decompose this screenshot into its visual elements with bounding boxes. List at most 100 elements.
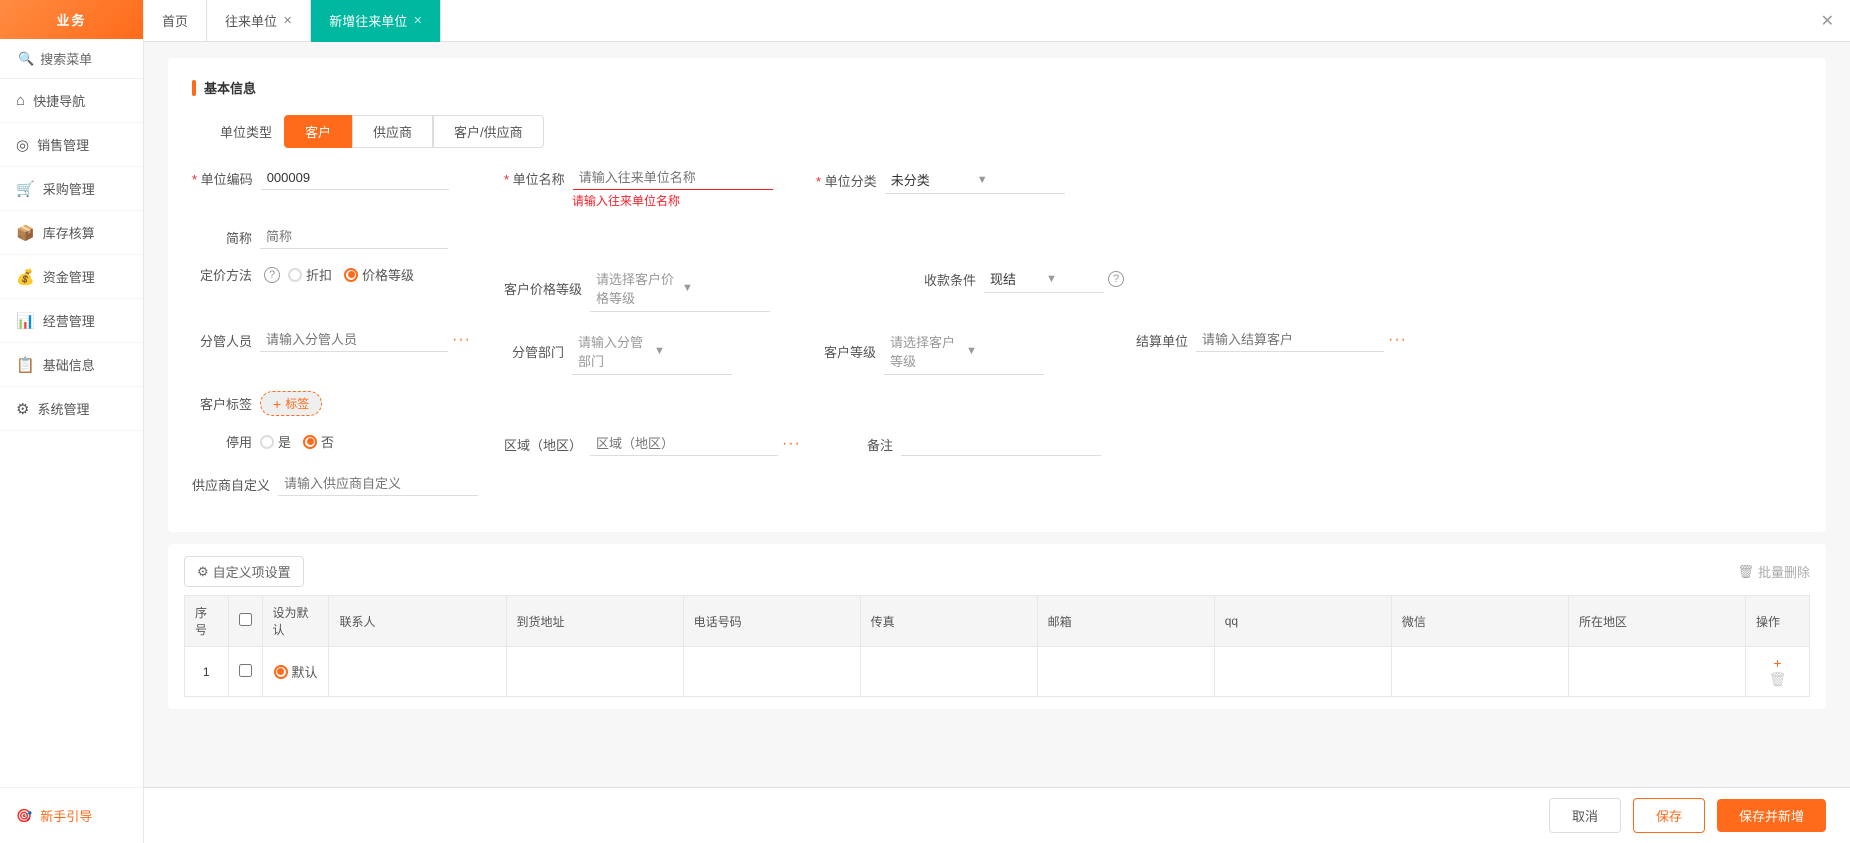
guide-icon: 🎯 bbox=[16, 808, 32, 824]
region-input[interactable] bbox=[590, 432, 778, 456]
sidebar-item-inventory[interactable]: 📦 库存核算 bbox=[0, 211, 143, 255]
table-row: 1 默认 bbox=[185, 647, 1810, 697]
contacts-table: 序号 设为默认 联系人 到货地址 电话号码 传真 邮箱 qq 微信 所在地区 操… bbox=[184, 595, 1810, 697]
batch-delete-label: 批量删除 bbox=[1758, 562, 1810, 581]
custom-settings-button[interactable]: ⚙ 自定义项设置 bbox=[184, 556, 304, 587]
row-contact-input[interactable] bbox=[339, 664, 495, 679]
payment-terms-field: 收款条件 现结 ▼ ? bbox=[916, 265, 1196, 293]
add-tag-button[interactable]: 标签 bbox=[260, 391, 322, 416]
discount-radio-circle bbox=[288, 268, 302, 282]
select-all-checkbox[interactable] bbox=[239, 613, 252, 626]
disabled-yes-radio[interactable]: 是 bbox=[260, 432, 291, 451]
row-email-cell[interactable] bbox=[1037, 647, 1214, 697]
col-checkbox[interactable] bbox=[228, 596, 262, 647]
unit-code-input[interactable] bbox=[261, 166, 449, 190]
sidebar-item-basic-info[interactable]: 📋 基础信息 bbox=[0, 343, 143, 387]
row-default-cell[interactable]: 默认 bbox=[262, 647, 329, 697]
sidebar-item-sales[interactable]: ◎ 销售管理 bbox=[0, 123, 143, 167]
tab-new-partner[interactable]: 新增往来单位 ✕ bbox=[311, 0, 441, 42]
cancel-button[interactable]: 取消 bbox=[1549, 798, 1621, 833]
unit-type-label: 单位类型 bbox=[192, 122, 272, 141]
region-more-btn[interactable]: ··· bbox=[782, 435, 801, 453]
pricing-help-icon[interactable]: ? bbox=[264, 267, 280, 283]
sidebar-item-label: 经营管理 bbox=[43, 311, 95, 330]
dept-placeholder: 请输入分管部门 bbox=[578, 332, 650, 370]
row-wechat-cell[interactable] bbox=[1391, 647, 1568, 697]
disabled-label: 停用 bbox=[192, 432, 252, 451]
sidebar-search[interactable]: 🔍 搜索菜单 bbox=[0, 39, 143, 79]
tab-partner-list[interactable]: 往来单位 ✕ bbox=[207, 0, 311, 42]
row-fax-input[interactable] bbox=[871, 664, 1027, 679]
form-row-5: 客户标签 标签 bbox=[192, 391, 1802, 416]
close-tab-partner-list[interactable]: ✕ bbox=[283, 14, 292, 27]
sidebar-item-new-guide[interactable]: 🎯 新手引导 bbox=[0, 798, 143, 833]
unit-type-both-btn[interactable]: 客户/供应商 bbox=[433, 115, 544, 148]
unit-name-label: 单位名称 bbox=[504, 169, 565, 188]
sales-icon: ◎ bbox=[16, 136, 29, 154]
short-name-input[interactable] bbox=[260, 225, 448, 249]
supplier-custom-input[interactable] bbox=[278, 472, 478, 496]
customer-price-level-placeholder: 请选择客户价格等级 bbox=[596, 269, 678, 307]
delete-icon: 🗑 bbox=[1737, 564, 1754, 580]
unit-type-supplier-btn[interactable]: 供应商 bbox=[352, 115, 433, 148]
customer-level-field: 客户等级 请选择客户等级 ▼ bbox=[816, 328, 1096, 375]
settings-icon: ⚙ bbox=[197, 564, 209, 580]
save-button[interactable]: 保存 bbox=[1633, 798, 1705, 833]
remark-input[interactable] bbox=[901, 432, 1101, 456]
sidebar-item-purchase[interactable]: 🛒 采购管理 bbox=[0, 167, 143, 211]
row-phone-cell[interactable] bbox=[683, 647, 860, 697]
row-checkbox-cell[interactable] bbox=[228, 647, 262, 697]
settle-unit-input[interactable] bbox=[1196, 328, 1384, 352]
delete-row-button[interactable]: 🗑 bbox=[1765, 671, 1791, 688]
table-section: ⚙ 自定义项设置 🗑 批量删除 序号 设为默认 联系人 到货地址 电话 bbox=[168, 544, 1826, 709]
col-action: 操作 bbox=[1746, 596, 1810, 647]
basic-info-card: 基本信息 单位类型 客户 供应商 客户/供应商 单位编码 单位名称 bbox=[168, 58, 1826, 532]
dept-select[interactable]: 请输入分管部门 ▼ bbox=[572, 328, 732, 375]
row-default-radio[interactable]: 默认 bbox=[273, 662, 319, 681]
row-qq-input[interactable] bbox=[1225, 664, 1381, 679]
row-checkbox[interactable] bbox=[239, 664, 252, 677]
col-address: 到货地址 bbox=[506, 596, 683, 647]
close-all-tabs-button[interactable]: ✕ bbox=[1805, 11, 1850, 31]
unit-name-input[interactable] bbox=[573, 166, 773, 190]
row-location-input[interactable] bbox=[1579, 664, 1735, 679]
row-email-input[interactable] bbox=[1048, 664, 1204, 679]
unit-category-select[interactable]: 未分类 ▼ bbox=[885, 166, 1065, 194]
tab-home[interactable]: 首页 bbox=[144, 0, 207, 42]
customer-price-level-select[interactable]: 请选择客户价格等级 ▼ bbox=[590, 265, 770, 312]
pricing-method-radio-group: 折扣 价格等级 bbox=[288, 265, 414, 284]
manager-more-btn[interactable]: ··· bbox=[452, 331, 471, 349]
unit-type-customer-btn[interactable]: 客户 bbox=[284, 115, 352, 148]
section-title: 基本信息 bbox=[192, 78, 1802, 97]
sidebar-item-quick-nav[interactable]: ⌂ 快捷导航 bbox=[0, 79, 143, 123]
settle-unit-more-btn[interactable]: ··· bbox=[1388, 331, 1407, 349]
row-location-cell[interactable] bbox=[1568, 647, 1745, 697]
customer-level-select[interactable]: 请选择客户等级 ▼ bbox=[884, 328, 1044, 375]
row-address-cell[interactable] bbox=[506, 647, 683, 697]
payment-terms-help-icon[interactable]: ? bbox=[1108, 271, 1124, 287]
batch-delete-button[interactable]: 🗑 批量删除 bbox=[1737, 562, 1810, 581]
row-contact-cell[interactable] bbox=[329, 647, 506, 697]
sidebar-item-operations[interactable]: 📊 经营管理 bbox=[0, 299, 143, 343]
row-address-input[interactable] bbox=[517, 664, 673, 679]
level-label: 价格等级 bbox=[362, 265, 414, 284]
col-qq: qq bbox=[1214, 596, 1391, 647]
pricing-discount-radio[interactable]: 折扣 bbox=[288, 265, 332, 284]
row-qq-cell[interactable] bbox=[1214, 647, 1391, 697]
row-phone-input[interactable] bbox=[694, 664, 850, 679]
row-fax-cell[interactable] bbox=[860, 647, 1037, 697]
sidebar-item-finance[interactable]: 💰 资金管理 bbox=[0, 255, 143, 299]
sidebar-item-label: 资金管理 bbox=[43, 267, 95, 286]
finance-icon: 💰 bbox=[16, 268, 35, 286]
payment-terms-select[interactable]: 现结 ▼ bbox=[984, 265, 1104, 293]
row-wechat-input[interactable] bbox=[1402, 664, 1558, 679]
sidebar-item-sys-mgmt[interactable]: ⚙ 系统管理 bbox=[0, 387, 143, 431]
save-and-new-button[interactable]: 保存并新增 bbox=[1717, 799, 1826, 832]
close-tab-new-partner[interactable]: ✕ bbox=[413, 14, 422, 27]
manager-input[interactable] bbox=[260, 328, 448, 352]
basic-info-icon: 📋 bbox=[16, 356, 35, 374]
sidebar-item-label: 系统管理 bbox=[37, 399, 89, 418]
add-row-button[interactable]: + bbox=[1769, 655, 1785, 671]
disabled-no-radio[interactable]: 否 bbox=[303, 432, 334, 451]
pricing-level-radio[interactable]: 价格等级 bbox=[344, 265, 414, 284]
